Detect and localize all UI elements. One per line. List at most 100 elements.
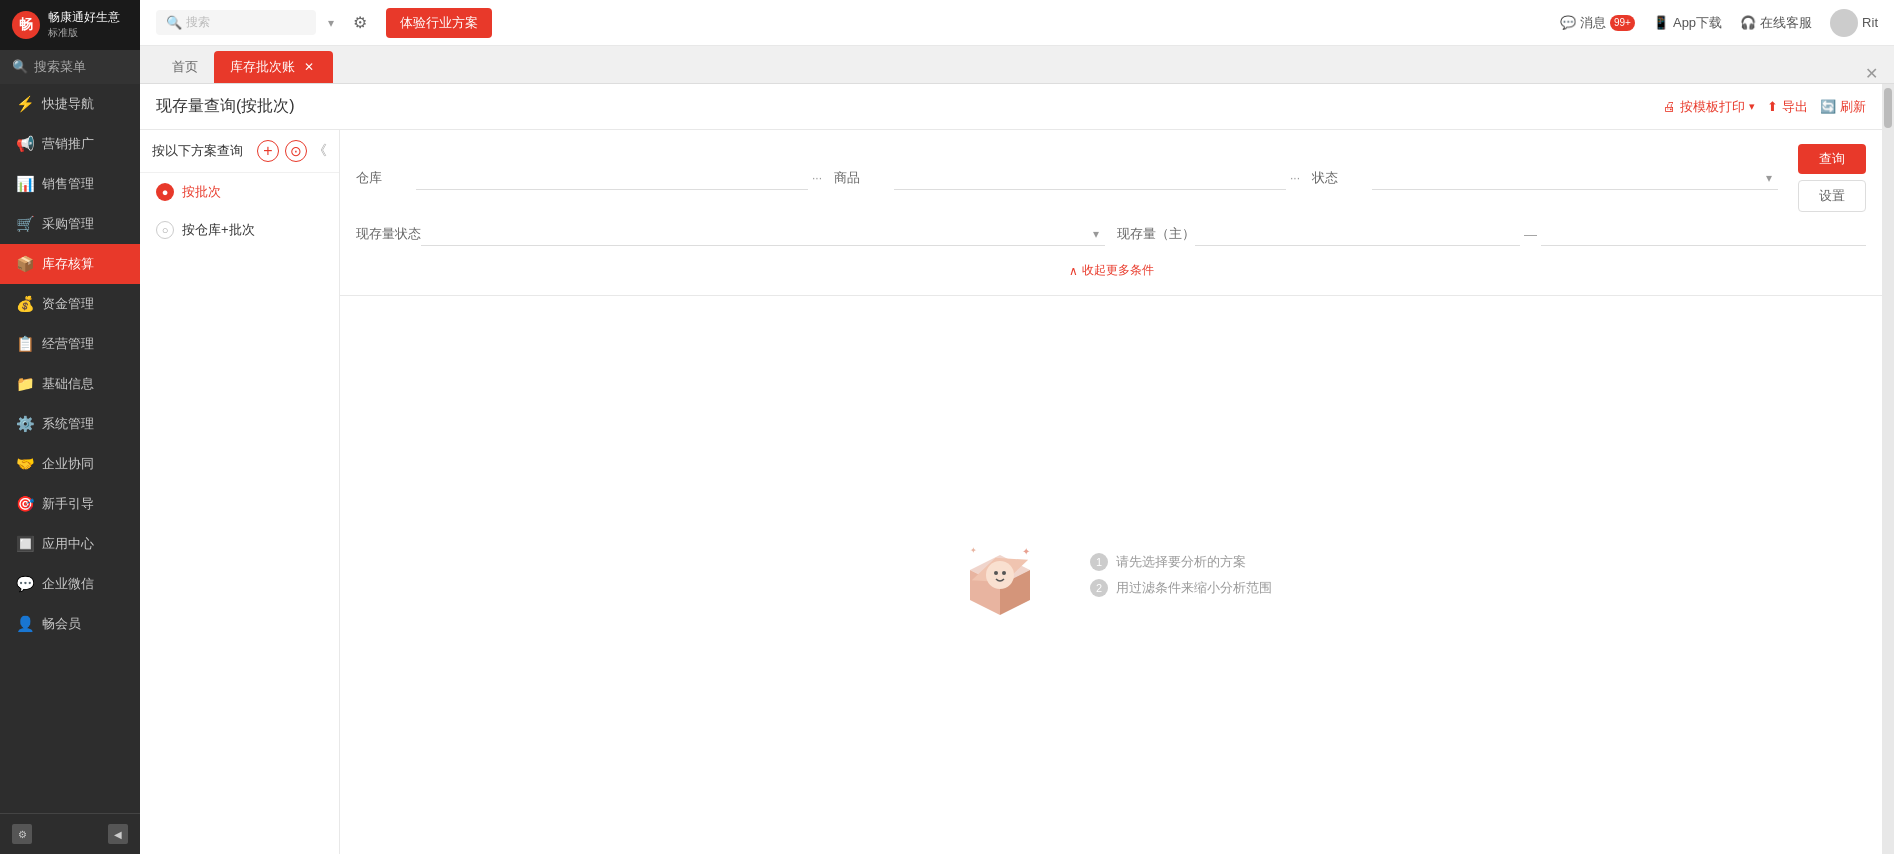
topbar-gear-btn[interactable]: ⚙: [346, 9, 374, 37]
goods-label: 商品: [834, 169, 894, 187]
sidebar-item-wechat[interactable]: 💬 企业微信: [0, 564, 140, 604]
scrollbar-thumb[interactable]: [1884, 88, 1892, 128]
print-btn[interactable]: 🖨 按模板打印 ▾: [1663, 98, 1755, 116]
empty-tips: 1 请先选择要分析的方案 2 用过滤条件来缩小分析范围: [1090, 553, 1272, 597]
right-scrollbar[interactable]: [1882, 84, 1894, 854]
inventory-quantity-divider: —: [1520, 227, 1541, 242]
sidebar: 畅 畅康通好生意 标准版 🔍 搜索菜单 ⚡ 快捷导航 📢 营销推广 📊 销售管理…: [0, 0, 140, 854]
scheme-item-by-batch[interactable]: ● 按批次: [140, 173, 339, 211]
scheme-dot-inactive: ○: [156, 221, 174, 239]
right-content: 现存量查询(按批次) 🖨 按模板打印 ▾ ⬆ 导出 🔄 刷新: [140, 84, 1882, 854]
sidebar-item-apps[interactable]: 🔲 应用中心: [0, 524, 140, 564]
inventory-status-select[interactable]: ▾: [421, 223, 1105, 246]
sidebar-item-operations[interactable]: 📋 经营管理: [0, 324, 140, 364]
empty-state: ✦ ✦ 1 请先选择要分析的方案 2: [340, 296, 1882, 854]
scheme-item-by-warehouse-batch[interactable]: ○ 按仓库+批次: [140, 211, 339, 249]
warehouse-input[interactable]: [416, 166, 808, 190]
sidebar-item-member[interactable]: 👤 畅会员: [0, 604, 140, 644]
refresh-icon: 🔄: [1820, 99, 1836, 114]
sidebar-item-sales[interactable]: 📊 销售管理: [0, 164, 140, 204]
apps-icon: 🔲: [16, 535, 34, 553]
collapse-panel-btn[interactable]: 《: [313, 142, 327, 160]
right-filter-panel: 仓库 ··· 商品 ··· 状态: [340, 130, 1882, 854]
app-subtitle: 标准版: [48, 26, 120, 40]
sidebar-item-purchase[interactable]: 🛒 采购管理: [0, 204, 140, 244]
query-button[interactable]: 查询: [1798, 144, 1866, 174]
app-download-btn[interactable]: 📱 App下载: [1653, 14, 1722, 32]
guide-icon: 🎯: [16, 495, 34, 513]
main-layout: 按以下方案查询 + ⊙ 《 ● 按批次 ○ 按仓库+批次: [140, 130, 1882, 854]
left-panel-actions: + ⊙ 《: [257, 140, 327, 162]
tabbar: 首页 库存批次账 ✕ ✕: [140, 46, 1894, 84]
status-select[interactable]: ▾: [1372, 167, 1778, 190]
notification-btn[interactable]: 💬 消息 99+: [1560, 14, 1635, 32]
goods-input[interactable]: [894, 166, 1286, 190]
app-logo: 畅: [12, 11, 40, 39]
main-area: 🔍 搜索 ▾ ⚙ 体验行业方案 💬 消息 99+ 📱 App下载 🎧 在线客服 …: [140, 0, 1894, 854]
inventory-quantity-max[interactable]: [1541, 222, 1866, 246]
topbar-right: 💬 消息 99+ 📱 App下载 🎧 在线客服 Rit: [1560, 9, 1878, 37]
tab-inventory-batch[interactable]: 库存批次账 ✕: [214, 51, 333, 83]
settings-button[interactable]: 设置: [1798, 180, 1866, 212]
status-label: 状态: [1312, 169, 1372, 187]
sidebar-item-inventory[interactable]: 📦 库存核算: [0, 244, 140, 284]
export-icon: ⬆: [1767, 99, 1778, 114]
empty-content: ✦ ✦ 1 请先选择要分析的方案 2: [950, 525, 1272, 625]
warehouse-more-btn[interactable]: ···: [812, 171, 822, 185]
sales-icon: 📊: [16, 175, 34, 193]
purchase-icon: 🛒: [16, 215, 34, 233]
warehouse-label: 仓库: [356, 169, 416, 187]
goods-more-btn[interactable]: ···: [1290, 171, 1300, 185]
trial-btn[interactable]: 体验行业方案: [386, 8, 492, 38]
chevron-up-icon: ∧: [1069, 264, 1078, 278]
scheme-settings-btn[interactable]: ⊙: [285, 140, 307, 162]
tab-close-main-btn[interactable]: ✕: [1857, 64, 1886, 83]
page-title-actions: 🖨 按模板打印 ▾ ⬆ 导出 🔄 刷新: [1663, 98, 1866, 116]
export-btn[interactable]: ⬆ 导出: [1767, 98, 1808, 116]
svg-point-5: [994, 571, 998, 575]
svg-text:✦: ✦: [970, 546, 977, 555]
topbar-search-icon: 🔍: [166, 15, 182, 30]
sidebar-item-quicknav[interactable]: ⚡ 快捷导航: [0, 84, 140, 124]
empty-tip-2: 2 用过滤条件来缩小分析范围: [1090, 579, 1272, 597]
sidebar-item-finance[interactable]: 💰 资金管理: [0, 284, 140, 324]
sidebar-item-guide[interactable]: 🎯 新手引导: [0, 484, 140, 524]
sidebar-search-menu[interactable]: 🔍 搜索菜单: [0, 50, 140, 84]
collab-icon: 🤝: [16, 455, 34, 473]
collapse-sidebar-btn[interactable]: ◀: [108, 824, 128, 844]
marketing-icon: 📢: [16, 135, 34, 153]
topbar-chevron-icon[interactable]: ▾: [328, 16, 334, 30]
print-icon: 🖨: [1663, 99, 1676, 114]
user-avatar-btn[interactable]: Rit: [1830, 9, 1878, 37]
content-area: 现存量查询(按批次) 🖨 按模板打印 ▾ ⬆ 导出 🔄 刷新: [140, 84, 1894, 854]
sidebar-footer: ⚙ ◀: [0, 813, 140, 854]
sidebar-item-basics[interactable]: 📁 基础信息: [0, 364, 140, 404]
print-chevron-icon[interactable]: ▾: [1749, 100, 1755, 113]
tab-close-icon[interactable]: ✕: [301, 59, 317, 75]
empty-illustration: ✦ ✦: [950, 525, 1050, 625]
operations-icon: 📋: [16, 335, 34, 353]
collapse-more-btn[interactable]: ∧ 收起更多条件: [356, 256, 1866, 281]
status-arrow-icon: ▾: [1766, 171, 1772, 185]
add-scheme-btn[interactable]: +: [257, 140, 279, 162]
refresh-btn[interactable]: 🔄 刷新: [1820, 98, 1866, 116]
service-btn[interactable]: 🎧 在线客服: [1740, 14, 1812, 32]
inventory-quantity-min[interactable]: [1195, 222, 1520, 246]
inventory-quantity-field: 现存量（主） —: [1117, 222, 1866, 246]
search-icon: 🔍: [12, 59, 28, 74]
tab-home[interactable]: 首页: [156, 51, 214, 83]
tip-num-2: 2: [1090, 579, 1108, 597]
sidebar-header: 畅 畅康通好生意 标准版: [0, 0, 140, 50]
left-panel-title: 按以下方案查询: [152, 142, 243, 160]
sidebar-item-system[interactable]: ⚙️ 系统管理: [0, 404, 140, 444]
wechat-icon: 💬: [16, 575, 34, 593]
warehouse-field: 仓库 ···: [356, 166, 822, 190]
inventory-status-field: 现存量状态 ▾: [356, 223, 1105, 246]
app-title-group: 畅康通好生意 标准版: [48, 10, 120, 40]
phone-icon: 📱: [1653, 15, 1669, 30]
sidebar-item-marketing[interactable]: 📢 营销推广: [0, 124, 140, 164]
topbar-search-box[interactable]: 🔍 搜索: [156, 10, 316, 35]
settings-footer-btn[interactable]: ⚙: [12, 824, 32, 844]
tip-num-1: 1: [1090, 553, 1108, 571]
sidebar-item-collab[interactable]: 🤝 企业协同: [0, 444, 140, 484]
